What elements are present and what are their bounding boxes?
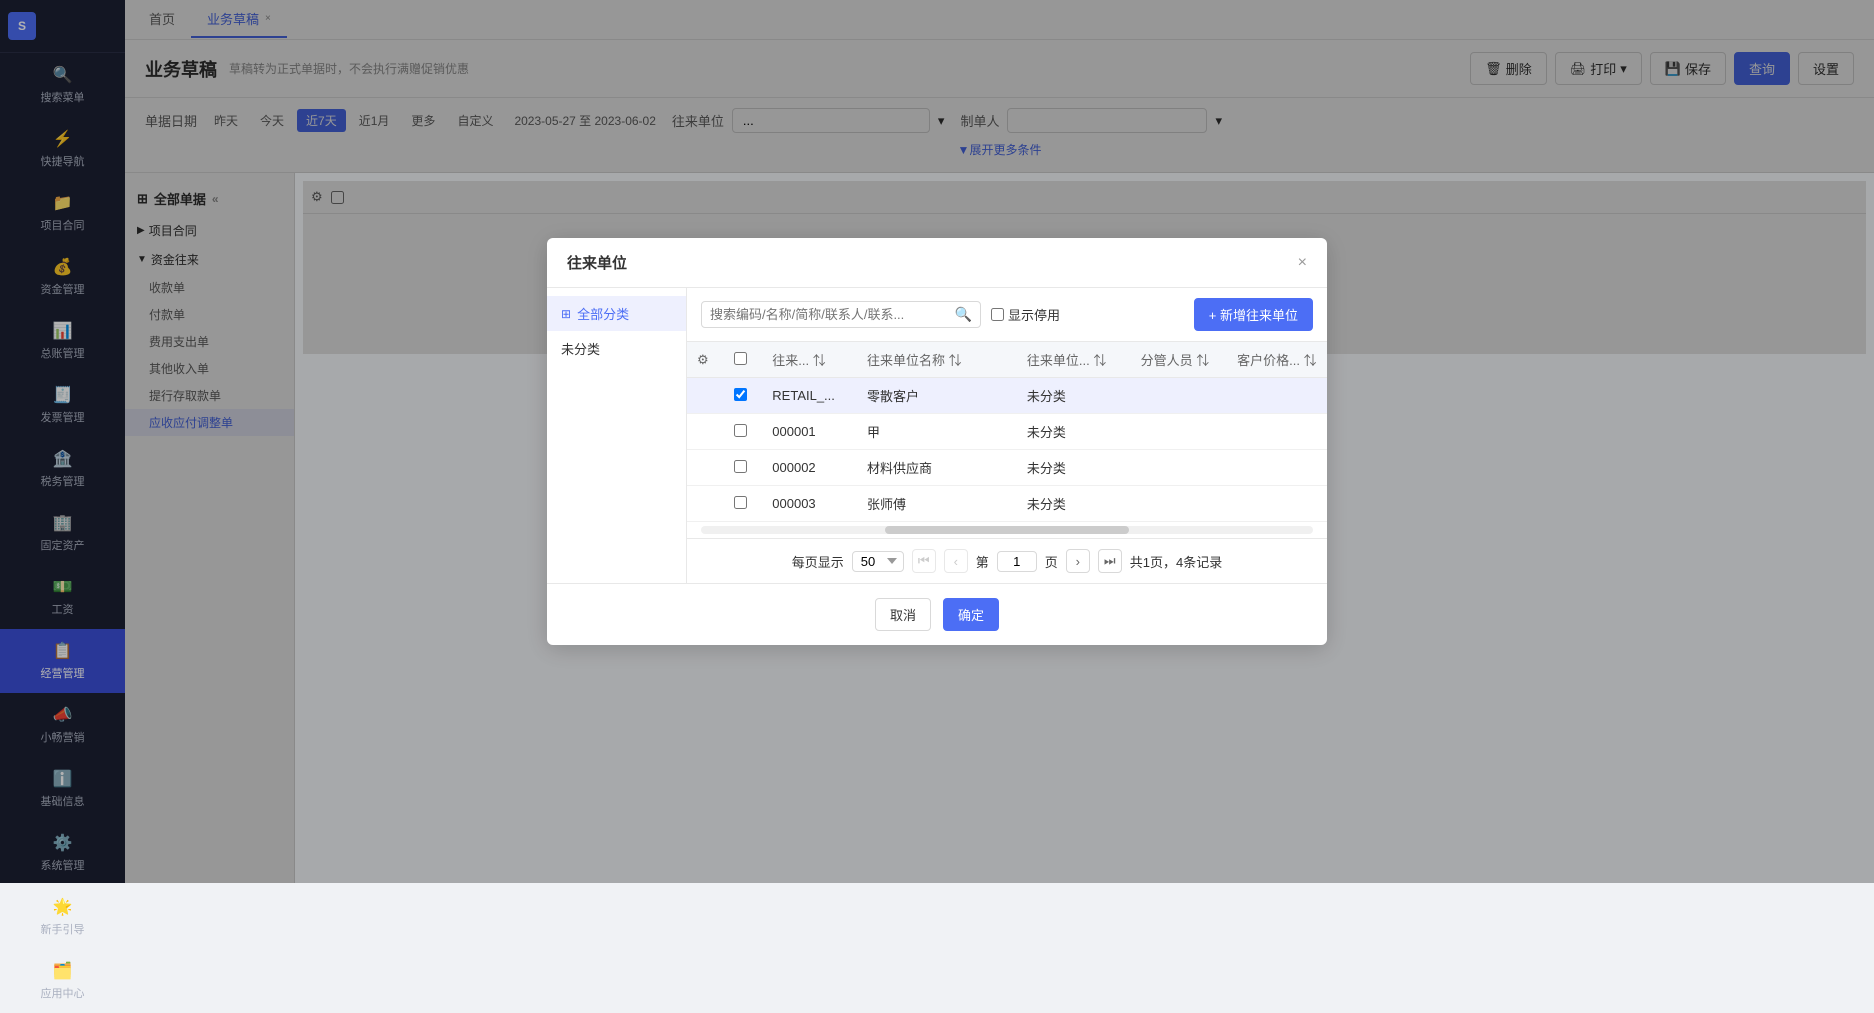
row-check[interactable] xyxy=(724,414,762,450)
col-check-header[interactable] xyxy=(724,342,762,378)
row-person xyxy=(1131,378,1228,414)
search-icon: 🔍 xyxy=(955,306,972,323)
table-header-row: ⚙ 往来... ⇅ 往来单位名称 ⇅ xyxy=(687,342,1327,378)
row-check[interactable] xyxy=(724,486,762,522)
modal-title: 往来单位 xyxy=(567,252,627,273)
table-row[interactable]: 000002 材料供应商 未分类 xyxy=(687,450,1327,486)
guide-icon: 🌟 xyxy=(53,897,73,917)
sort-icon: ⇅ xyxy=(1304,353,1317,368)
modal-table: ⚙ 往来... ⇅ 往来单位名称 ⇅ xyxy=(687,342,1327,522)
col-code-header[interactable]: 往来... ⇅ xyxy=(762,342,857,378)
modal-pagination: 每页显示 50 100 200 ⏮ ‹ 第 页 › ⏭ 共1页，4条记录 xyxy=(687,538,1327,583)
show-disabled-checkbox[interactable] xyxy=(991,308,1004,321)
row-price xyxy=(1227,450,1327,486)
modal-close-button[interactable]: × xyxy=(1298,254,1307,272)
row-checkbox[interactable] xyxy=(734,460,747,473)
row-category: 未分类 xyxy=(1017,486,1131,522)
table-row[interactable]: RETAIL_... 零散客户 未分类 xyxy=(687,378,1327,414)
row-category: 未分类 xyxy=(1017,378,1131,414)
row-category: 未分类 xyxy=(1017,450,1131,486)
modal-overlay: 往来单位 × ⊞ 全部分类 未分类 🔍 xyxy=(0,0,1874,883)
page-number-input[interactable] xyxy=(997,551,1037,572)
row-code: RETAIL_... xyxy=(762,378,857,414)
row-category: 未分类 xyxy=(1017,414,1131,450)
row-name: 甲 xyxy=(857,414,1017,450)
sort-icon: ⇅ xyxy=(813,353,826,368)
cancel-button[interactable]: 取消 xyxy=(875,598,931,631)
scrollbar-thumb[interactable] xyxy=(885,526,1130,534)
confirm-button[interactable]: 确定 xyxy=(943,598,999,631)
modal-toolbar: 🔍 显示停用 + 新增往来单位 xyxy=(687,288,1327,342)
row-person xyxy=(1131,450,1228,486)
row-code: 000003 xyxy=(762,486,857,522)
col-price-header[interactable]: 客户价格... ⇅ xyxy=(1227,342,1327,378)
row-checkbox[interactable] xyxy=(734,424,747,437)
show-disabled-label[interactable]: 显示停用 xyxy=(991,305,1060,324)
sidebar-item-appcenter[interactable]: 🗂️ 应用中心 xyxy=(0,949,125,1013)
col-settings-header[interactable]: ⚙ xyxy=(687,342,724,378)
prev-page-btn[interactable]: ‹ xyxy=(944,549,968,573)
partner-modal: 往来单位 × ⊞ 全部分类 未分类 🔍 xyxy=(547,238,1327,645)
sidebar-item-guide[interactable]: 🌟 新手引导 xyxy=(0,885,125,949)
sort-icon: ⇅ xyxy=(1196,353,1209,368)
next-page-btn[interactable]: › xyxy=(1066,549,1090,573)
grid-icon: ⊞ xyxy=(561,307,571,321)
modal-header: 往来单位 × xyxy=(547,238,1327,288)
horizontal-scrollbar[interactable] xyxy=(701,526,1313,534)
row-price xyxy=(1227,486,1327,522)
sort-icon: ⇅ xyxy=(949,353,962,368)
last-page-btn[interactable]: ⏭ xyxy=(1098,549,1122,573)
modal-footer: 取消 确定 xyxy=(547,583,1327,645)
row-name: 张师傅 xyxy=(857,486,1017,522)
row-checkbox[interactable] xyxy=(734,388,747,401)
page-size-select[interactable]: 50 100 200 xyxy=(852,551,904,572)
select-all-modal-checkbox[interactable] xyxy=(734,352,747,365)
modal-nav-uncategorized[interactable]: 未分类 xyxy=(547,331,686,366)
row-settings[interactable] xyxy=(687,450,724,486)
col-name-header[interactable]: 往来单位名称 ⇅ xyxy=(857,342,1017,378)
row-settings[interactable] xyxy=(687,486,724,522)
table-row[interactable]: 000001 甲 未分类 xyxy=(687,414,1327,450)
row-price xyxy=(1227,414,1327,450)
row-name: 材料供应商 xyxy=(857,450,1017,486)
sort-icon: ⇅ xyxy=(1093,353,1106,368)
col-category-header[interactable]: 往来单位... ⇅ xyxy=(1017,342,1131,378)
first-page-btn[interactable]: ⏮ xyxy=(912,549,936,573)
row-check[interactable] xyxy=(724,450,762,486)
appcenter-icon: 🗂️ xyxy=(53,961,73,981)
modal-right: 🔍 显示停用 + 新增往来单位 ⚙ xyxy=(687,288,1327,583)
row-price xyxy=(1227,378,1327,414)
add-partner-button[interactable]: + 新增往来单位 xyxy=(1194,298,1313,331)
modal-search[interactable]: 🔍 xyxy=(701,301,981,328)
row-code: 000002 xyxy=(762,450,857,486)
row-name: 零散客户 xyxy=(857,378,1017,414)
table-row[interactable]: 000003 张师傅 未分类 xyxy=(687,486,1327,522)
row-person xyxy=(1131,486,1228,522)
col-person-header[interactable]: 分管人员 ⇅ xyxy=(1131,342,1228,378)
modal-nav-all-category[interactable]: ⊞ 全部分类 xyxy=(547,296,686,331)
row-check[interactable] xyxy=(724,378,762,414)
row-settings[interactable] xyxy=(687,378,724,414)
row-checkbox[interactable] xyxy=(734,496,747,509)
modal-left-nav: ⊞ 全部分类 未分类 xyxy=(547,288,687,583)
row-code: 000001 xyxy=(762,414,857,450)
modal-search-input[interactable] xyxy=(710,307,949,322)
modal-body: ⊞ 全部分类 未分类 🔍 显示停用 xyxy=(547,288,1327,583)
row-settings[interactable] xyxy=(687,414,724,450)
row-person xyxy=(1131,414,1228,450)
